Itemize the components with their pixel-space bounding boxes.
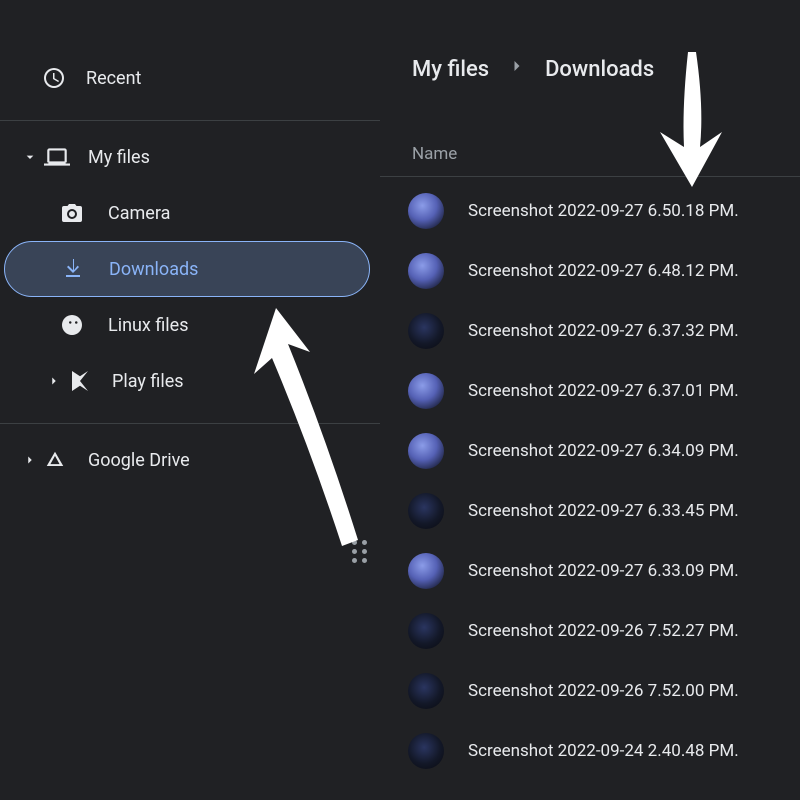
camera-icon	[60, 201, 108, 225]
file-name: Screenshot 2022-09-27 6.37.32 PM.	[468, 321, 739, 341]
file-row[interactable]: Screenshot 2022-09-27 6.33.45 PM.	[380, 481, 800, 541]
breadcrumb-current: Downloads	[545, 57, 654, 82]
sidebar-item-my-files[interactable]: My files	[0, 129, 380, 185]
breadcrumb: My files Downloads	[380, 56, 800, 94]
divider	[0, 423, 380, 424]
linux-icon	[60, 313, 108, 337]
sidebar-item-label: Linux files	[108, 315, 366, 336]
sidebar-item-play-files[interactable]: Play files	[0, 353, 380, 409]
download-icon	[61, 257, 109, 281]
main-content: My files Downloads Name Screenshot 2022-…	[380, 0, 800, 800]
file-thumbnail	[408, 193, 444, 229]
file-name: Screenshot 2022-09-27 6.33.45 PM.	[468, 501, 739, 521]
sidebar-item-label: Play files	[112, 371, 366, 392]
file-thumbnail	[408, 313, 444, 349]
file-thumbnail	[408, 433, 444, 469]
file-name: Screenshot 2022-09-26 7.52.00 PM.	[468, 681, 739, 701]
file-row[interactable]: Screenshot 2022-09-27 6.37.01 PM.	[380, 361, 800, 421]
file-thumbnail	[408, 553, 444, 589]
chevron-down-icon	[16, 149, 44, 165]
file-row[interactable]: Screenshot 2022-09-26 7.52.27 PM.	[380, 601, 800, 661]
file-row[interactable]: Screenshot 2022-09-27 6.34.09 PM.	[380, 421, 800, 481]
sidebar-item-label: Camera	[108, 203, 366, 224]
sidebar-item-google-drive[interactable]: Google Drive	[0, 432, 380, 488]
file-name: Screenshot 2022-09-27 6.48.12 PM.	[468, 261, 739, 281]
file-name: Screenshot 2022-09-26 7.52.27 PM.	[468, 621, 739, 641]
sidebar-item-label: My files	[88, 147, 366, 168]
file-name: Screenshot 2022-09-27 6.37.01 PM.	[468, 381, 739, 401]
sidebar: Recent My files Camera Downloads	[0, 0, 380, 800]
file-thumbnail	[408, 373, 444, 409]
file-row[interactable]: Screenshot 2022-09-26 7.52.00 PM.	[380, 661, 800, 721]
file-name: Screenshot 2022-09-24 2.40.48 PM.	[468, 741, 739, 761]
sidebar-item-label: Downloads	[109, 259, 355, 280]
file-thumbnail	[408, 493, 444, 529]
chevron-right-icon	[16, 453, 44, 467]
sidebar-item-recent[interactable]: Recent	[0, 50, 380, 106]
sidebar-item-label: Recent	[86, 68, 366, 89]
file-name: Screenshot 2022-09-27 6.34.09 PM.	[468, 441, 739, 461]
breadcrumb-root[interactable]: My files	[412, 57, 489, 82]
file-row[interactable]: Screenshot 2022-09-27 6.48.12 PM.	[380, 241, 800, 301]
file-name: Screenshot 2022-09-27 6.50.18 PM.	[468, 201, 739, 221]
file-thumbnail	[408, 673, 444, 709]
file-name: Screenshot 2022-09-27 6.33.09 PM.	[468, 561, 739, 581]
chevron-right-icon	[40, 374, 68, 388]
sidebar-item-downloads[interactable]: Downloads	[4, 241, 370, 297]
chevron-right-icon	[507, 56, 527, 82]
play-store-icon	[68, 369, 112, 393]
file-row[interactable]: Screenshot 2022-09-27 6.33.09 PM.	[380, 541, 800, 601]
sidebar-item-camera[interactable]: Camera	[0, 185, 380, 241]
sidebar-item-label: Google Drive	[88, 450, 366, 471]
drag-handle-icon[interactable]	[352, 540, 368, 564]
file-thumbnail	[408, 733, 444, 769]
file-thumbnail	[408, 253, 444, 289]
file-row[interactable]: Screenshot 2022-09-27 6.37.32 PM.	[380, 301, 800, 361]
laptop-icon	[44, 144, 88, 170]
file-list: Screenshot 2022-09-27 6.50.18 PM. Screens…	[380, 177, 800, 781]
clock-icon	[42, 66, 86, 90]
file-thumbnail	[408, 613, 444, 649]
divider	[0, 120, 380, 121]
file-row[interactable]: Screenshot 2022-09-24 2.40.48 PM.	[380, 721, 800, 781]
column-header-name[interactable]: Name	[380, 144, 800, 177]
file-row[interactable]: Screenshot 2022-09-27 6.50.18 PM.	[380, 181, 800, 241]
drive-icon	[44, 449, 88, 471]
sidebar-item-linux-files[interactable]: Linux files	[0, 297, 380, 353]
